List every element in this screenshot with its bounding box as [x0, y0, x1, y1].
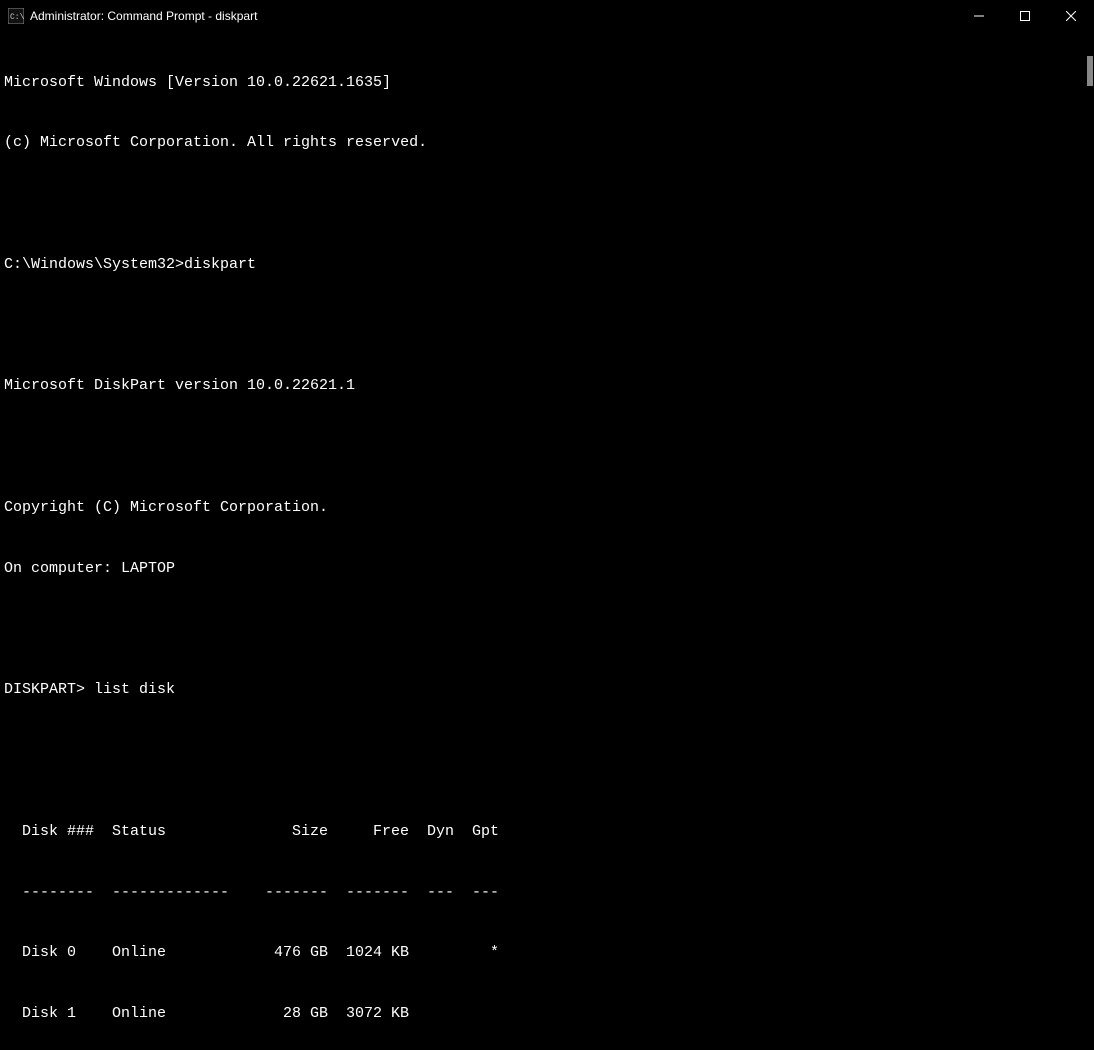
prompt-path: C:\Windows\System32>	[4, 256, 184, 273]
maximize-button[interactable]	[1002, 0, 1048, 32]
svg-text:C:\: C:\	[10, 13, 24, 22]
cell-disk: Disk 0	[22, 943, 112, 963]
blank-line	[4, 316, 1090, 336]
terminal-output[interactable]: Microsoft Windows [Version 10.0.22621.16…	[0, 32, 1094, 1050]
output-line: Microsoft DiskPart version 10.0.22621.1	[4, 376, 1090, 396]
window-titlebar: C:\ Administrator: Command Prompt - disk…	[0, 0, 1094, 32]
cell-gpt: *	[454, 943, 499, 963]
cell-disk: Disk 1	[22, 1004, 112, 1024]
table-header: Disk ### Status Size Free Dyn Gpt	[4, 822, 1090, 842]
col-free: Free	[328, 822, 409, 842]
window-title: Administrator: Command Prompt - diskpart	[30, 9, 257, 23]
blank-line	[4, 619, 1090, 639]
cell-status: Online	[112, 1004, 247, 1024]
titlebar-left: C:\ Administrator: Command Prompt - disk…	[8, 8, 257, 24]
blank-line	[4, 741, 1090, 761]
output-line: Microsoft Windows [Version 10.0.22621.16…	[4, 73, 1090, 93]
output-line: (c) Microsoft Corporation. All rights re…	[4, 133, 1090, 153]
col-gpt: Gpt	[454, 822, 499, 842]
prompt-prefix: DISKPART>	[4, 681, 94, 698]
command-text: list disk	[94, 681, 175, 698]
cell-size: 28 GB	[247, 1004, 328, 1024]
col-dyn: Dyn	[409, 822, 454, 842]
command-text: diskpart	[184, 256, 256, 273]
blank-line	[4, 437, 1090, 457]
cmd-icon: C:\	[8, 8, 24, 24]
cell-gpt	[454, 1004, 499, 1024]
col-status: Status	[112, 822, 247, 842]
blank-line	[4, 194, 1090, 214]
close-button[interactable]	[1048, 0, 1094, 32]
col-disk: Disk ###	[22, 822, 112, 842]
table-row: Disk 1 Online 28 GB 3072 KB	[4, 1004, 1090, 1024]
prompt-line: DISKPART> list disk	[4, 680, 1090, 700]
minimize-button[interactable]	[956, 0, 1002, 32]
table-row: Disk 0 Online 476 GB 1024 KB *	[4, 943, 1090, 963]
cell-dyn	[409, 943, 454, 963]
cell-free: 1024 KB	[328, 943, 409, 963]
cell-size: 476 GB	[247, 943, 328, 963]
cell-dyn	[409, 1004, 454, 1024]
col-size: Size	[247, 822, 328, 842]
table-separator: -------- ------------- ------- ------- -…	[4, 883, 1090, 903]
cell-free: 3072 KB	[328, 1004, 409, 1024]
prompt-line: C:\Windows\System32>diskpart	[4, 255, 1090, 275]
cell-status: Online	[112, 943, 247, 963]
output-line: On computer: LAPTOP	[4, 559, 1090, 579]
output-line: Copyright (C) Microsoft Corporation.	[4, 498, 1090, 518]
window-controls	[956, 0, 1094, 32]
